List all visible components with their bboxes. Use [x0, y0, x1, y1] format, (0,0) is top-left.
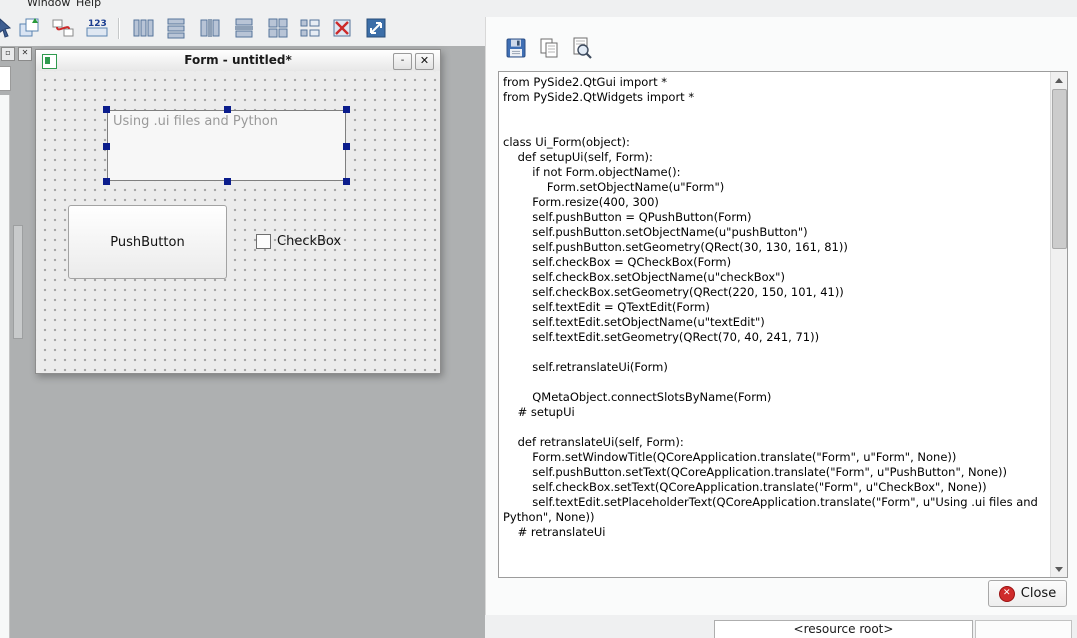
close-window-button[interactable]: ✕ [415, 53, 434, 70]
textedit-placeholder: Using .ui files and Python [113, 114, 278, 129]
selection-handle[interactable] [343, 143, 350, 150]
dock-close-icon[interactable]: ✕ [18, 47, 32, 61]
save-icon[interactable] [504, 36, 528, 60]
layout-horizontal-icon[interactable] [130, 15, 156, 41]
resource-root-item[interactable]: <resource root> [714, 620, 973, 638]
menu-help[interactable]: Help [76, 0, 101, 9]
left-dock-header: ▫ ✕ [1, 47, 32, 61]
code-view[interactable]: from PySide2.QtGui import * from PySide2… [498, 71, 1068, 578]
svg-text:123: 123 [88, 19, 107, 29]
form-editor-window: Form - untitled* - ✕ Using .ui files and… [35, 49, 441, 374]
minimize-button[interactable]: - [393, 53, 412, 70]
layout-grid-icon[interactable] [265, 15, 291, 41]
code-scrollbar[interactable] [1050, 72, 1067, 577]
textedit-widget[interactable]: Using .ui files and Python [107, 110, 346, 181]
break-layout-icon[interactable] [329, 15, 355, 41]
menu-window[interactable]: Window [27, 0, 70, 9]
close-button[interactable]: ✕ Close [988, 580, 1067, 607]
layout-vertical-icon[interactable] [163, 15, 189, 41]
python-code-dialog: from PySide2.QtGui import * from PySide2… [485, 17, 1077, 615]
form-canvas[interactable]: Using .ui files and Python PushButton Ch… [36, 71, 440, 373]
checkbox-label: CheckBox [277, 234, 341, 249]
edit-buddies-icon[interactable] [50, 15, 76, 41]
selection-handle[interactable] [103, 178, 110, 185]
raise-widget-icon[interactable] [16, 15, 42, 41]
selection-handle[interactable] [343, 106, 350, 113]
menubar: Window Help [0, 0, 1077, 11]
print-preview-icon[interactable] [570, 36, 594, 60]
pushbutton-widget[interactable]: PushButton [68, 205, 227, 279]
edit-widgets-icon[interactable] [0, 15, 17, 41]
textedit-widget-selected[interactable]: Using .ui files and Python [107, 110, 346, 181]
form-window-title: Form - untitled* [36, 53, 440, 67]
tab-order-icon[interactable]: 123 [84, 15, 110, 41]
selection-handle[interactable] [224, 106, 231, 113]
selection-handle[interactable] [224, 178, 231, 185]
toolbar-separator [118, 18, 120, 39]
checkbox-widget[interactable]: CheckBox [256, 233, 341, 249]
selection-handle[interactable] [343, 178, 350, 185]
selection-handle[interactable] [103, 143, 110, 150]
close-button-label: Close [1021, 586, 1056, 601]
left-dock-scrollbar[interactable] [13, 225, 23, 339]
adjust-size-icon[interactable] [363, 15, 389, 41]
checkbox-box-icon[interactable] [256, 234, 271, 249]
layout-vertical-splitter-icon[interactable] [231, 15, 257, 41]
close-circle-icon: ✕ [999, 586, 1015, 602]
scrollbar-thumb[interactable] [1052, 89, 1067, 249]
left-dock-filter-fragment[interactable] [0, 66, 11, 91]
scroll-down-icon[interactable] [1051, 561, 1067, 577]
layout-form-icon[interactable] [297, 15, 323, 41]
resource-preview-panel [975, 620, 1072, 638]
qt-designer-app: Window Help 123 [0, 0, 1077, 638]
left-dock-panel-edge [0, 95, 10, 638]
form-titlebar[interactable]: Form - untitled* - ✕ [36, 50, 440, 72]
dock-float-icon[interactable]: ▫ [1, 47, 15, 61]
selection-handle[interactable] [103, 106, 110, 113]
python-code-text: from PySide2.QtGui import * from PySide2… [503, 75, 1045, 574]
copy-icon[interactable] [537, 36, 561, 60]
layout-horizontal-splitter-icon[interactable] [197, 15, 223, 41]
scroll-up-icon[interactable] [1051, 72, 1067, 88]
